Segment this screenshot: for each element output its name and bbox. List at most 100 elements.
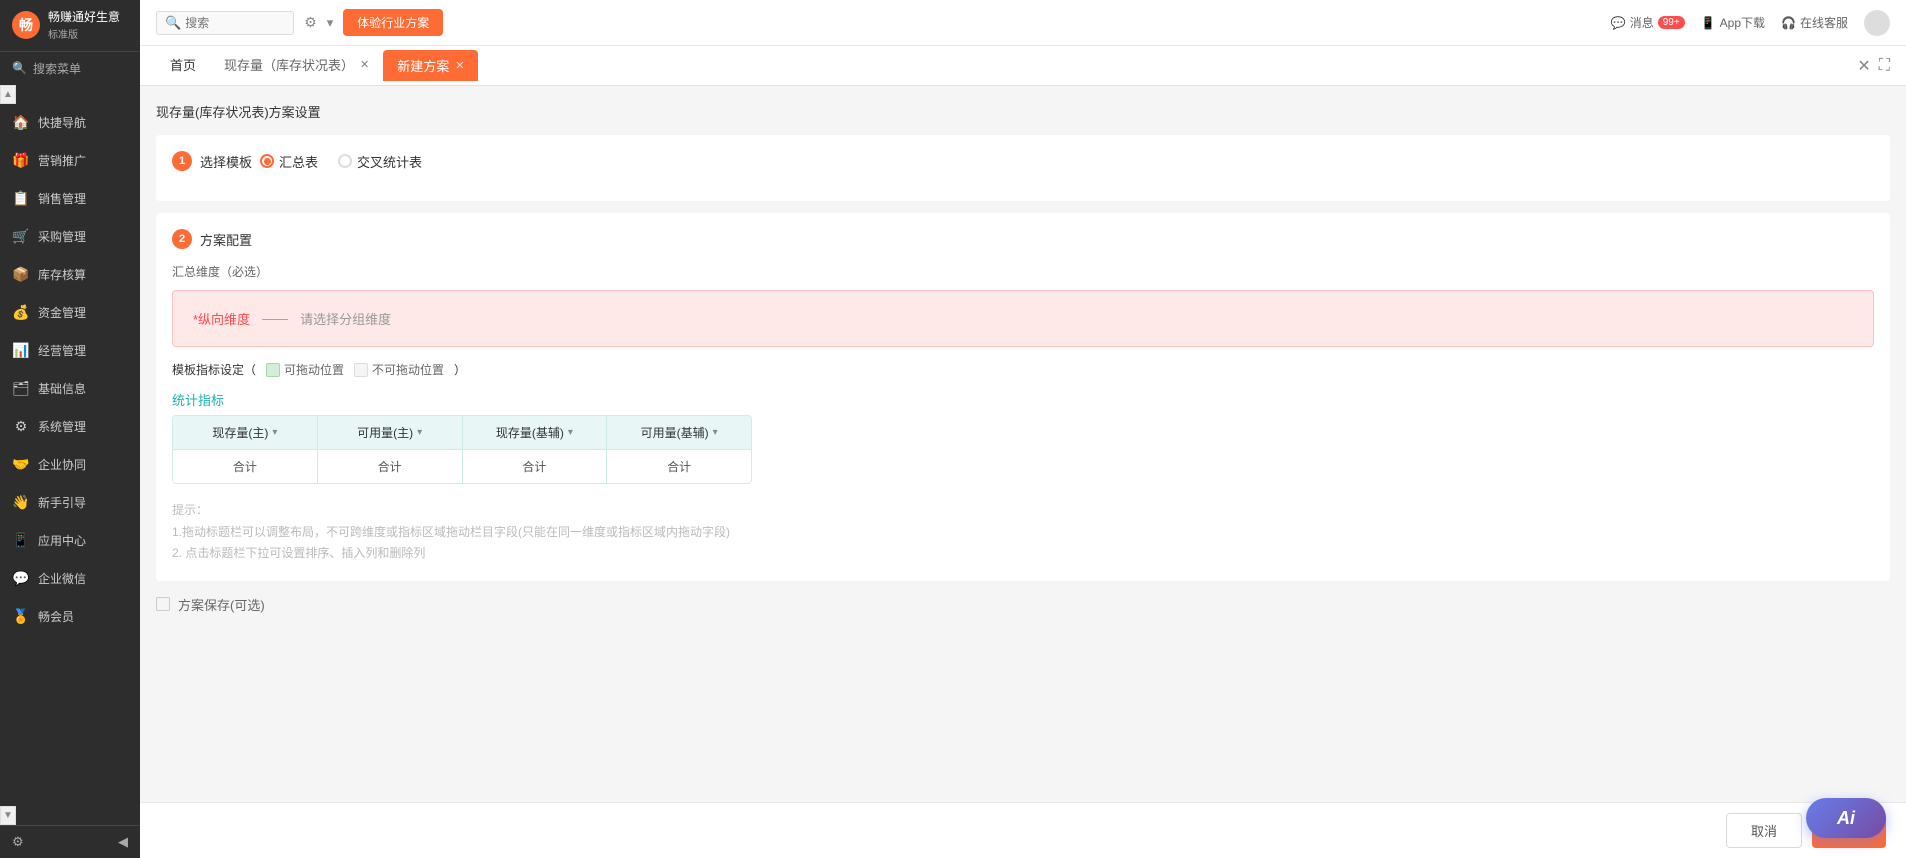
- scroll-up-arrow[interactable]: ▲: [0, 85, 16, 104]
- search-input[interactable]: [185, 16, 285, 30]
- dropdown-icon[interactable]: ▾: [327, 15, 334, 31]
- indicator-title-text: 模板指标设定（: [172, 361, 256, 378]
- sidebar-footer: ⚙ ◀: [0, 825, 140, 858]
- sidebar: 畅 畅赚通好生意 标准版 🔍 搜索菜单 ▲ 🏠 快捷导航 🎁 营销推广 📋 销售…: [0, 0, 140, 858]
- save-plan-checkbox[interactable]: [156, 597, 170, 611]
- message-item[interactable]: 💬 消息 99+: [1611, 14, 1685, 31]
- sidebar-item-label: 企业协同: [38, 456, 86, 473]
- sidebar-item-label: 营销推广: [38, 152, 86, 169]
- expand-icon[interactable]: ⛶: [1879, 57, 1890, 75]
- stats-col-0-chevron[interactable]: ▾: [272, 427, 277, 438]
- settings-icon[interactable]: ⚙: [304, 14, 317, 31]
- sidebar-item-basic-info[interactable]: 🗂 基础信息: [0, 370, 140, 408]
- stats-col-3[interactable]: 可用量(基辅) ▾: [607, 416, 751, 449]
- tab-new-plan-label: 新建方案: [397, 56, 449, 75]
- stats-col-0[interactable]: 现存量(主) ▾: [173, 416, 318, 449]
- sidebar-item-label: 库存核算: [38, 266, 86, 283]
- stats-cell-3: 合计: [607, 450, 751, 483]
- user-avatar[interactable]: [1864, 10, 1890, 36]
- radio-cross[interactable]: 交叉统计表: [338, 152, 422, 171]
- medal-icon: 🏅: [12, 608, 30, 626]
- tip-item-1: 1.拖动标题栏可以调整布局，不可跨维度或指标区域拖动栏目字段(只能在同一维度或指…: [172, 522, 1874, 544]
- stats-section: 统计指标 现存量(主) ▾ 可用量(主) ▾ 现存量(基辅): [172, 390, 1874, 484]
- settings-icon[interactable]: ⚙: [12, 834, 24, 850]
- template-radio-group: 汇总表 交叉统计表: [260, 152, 422, 171]
- step1-title: 选择模板: [200, 152, 252, 171]
- sidebar-item-purchase[interactable]: 🛒 采购管理: [0, 218, 140, 256]
- app-name: 畅赚通好生意: [48, 10, 120, 26]
- tips-title: 提示：: [172, 500, 1874, 522]
- stats-col-1[interactable]: 可用量(主) ▾: [318, 416, 463, 449]
- sidebar-item-inventory[interactable]: 📦 库存核算: [0, 256, 140, 294]
- sidebar-item-system[interactable]: ⚙ 系统管理: [0, 408, 140, 446]
- sidebar-item-finance[interactable]: 💰 资金管理: [0, 294, 140, 332]
- gear-icon: ⚙: [12, 418, 30, 436]
- tab-inventory-status[interactable]: 现存量（库存状况表） ✕: [210, 47, 383, 84]
- close-panel-icon[interactable]: ✕: [1857, 56, 1870, 76]
- stats-col-3-chevron[interactable]: ▾: [713, 427, 718, 438]
- topbar-left: 🔍 ⚙ ▾ 体验行业方案: [156, 9, 443, 36]
- sidebar-search-menu[interactable]: 🔍 搜索菜单: [0, 52, 140, 85]
- sidebar-item-operations[interactable]: 📊 经营管理: [0, 332, 140, 370]
- stats-col-1-label: 可用量(主): [357, 424, 413, 441]
- chat-icon: 💬: [12, 570, 30, 588]
- step2-number: 2: [172, 229, 192, 249]
- topbar: 🔍 ⚙ ▾ 体验行业方案 💬 消息 99+ 📱 App下载 🎧 在线客服: [140, 0, 1906, 46]
- stats-col-2-chevron[interactable]: ▾: [568, 427, 573, 438]
- stats-table: 现存量(主) ▾ 可用量(主) ▾ 现存量(基辅) ▾ 可用量(基辅): [172, 415, 752, 484]
- sidebar-item-label: 系统管理: [38, 418, 86, 435]
- dimension-area[interactable]: *纵向维度 —— 请选择分组维度: [172, 290, 1874, 347]
- ai-bubble[interactable]: Ai: [1806, 798, 1886, 838]
- tab-new-plan-close-icon[interactable]: ✕: [455, 59, 464, 72]
- topbar-search-box[interactable]: 🔍: [156, 11, 294, 35]
- sidebar-item-quick-nav[interactable]: 🏠 快捷导航: [0, 104, 140, 142]
- app-download-item[interactable]: 📱 App下载: [1701, 14, 1765, 31]
- logo-icon: 畅: [12, 11, 40, 39]
- indicator-title-suffix: ）: [454, 361, 466, 378]
- dimension-placeholder: 请选择分组维度: [300, 309, 391, 328]
- sidebar-item-new-guide[interactable]: 👋 新手引导: [0, 484, 140, 522]
- cart-icon: 🛒: [12, 228, 30, 246]
- sidebar-item-enterprise[interactable]: 🤝 企业协同: [0, 446, 140, 484]
- stats-col-2-label: 现存量(基辅): [496, 424, 564, 441]
- stats-col-2[interactable]: 现存量(基辅) ▾: [463, 416, 608, 449]
- tabs-controls: ✕ ⛶: [1857, 56, 1890, 76]
- content-area: 现存量(库存状况表)方案设置 1 选择模板 汇总表 交叉统计表: [140, 86, 1906, 802]
- headset-icon: 🎧: [1781, 16, 1796, 30]
- sidebar-item-enterprise-wechat[interactable]: 💬 企业微信: [0, 560, 140, 598]
- sidebar-item-sales[interactable]: 📋 销售管理: [0, 180, 140, 218]
- step1-number: 1: [172, 151, 192, 171]
- chart-icon: 📊: [12, 342, 30, 360]
- cancel-button[interactable]: 取消: [1726, 813, 1802, 848]
- stats-col-1-chevron[interactable]: ▾: [417, 427, 422, 438]
- tab-home[interactable]: 首页: [156, 47, 210, 84]
- sidebar-item-label: 新手引导: [38, 494, 86, 511]
- tab-inventory-label: 现存量（库存状况表）: [224, 55, 354, 74]
- handshake-icon: 🤝: [12, 456, 30, 474]
- industry-plan-button[interactable]: 体验行业方案: [343, 9, 443, 36]
- folder-icon: 🗂: [12, 380, 30, 398]
- dimension-separator: ——: [262, 311, 288, 326]
- tab-new-plan[interactable]: 新建方案 ✕: [383, 50, 478, 81]
- mobile-icon: 📱: [12, 532, 30, 550]
- sidebar-item-label: 采购管理: [38, 228, 86, 245]
- save-plan-row: 方案保存(可选): [156, 595, 1890, 614]
- radio-summary[interactable]: 汇总表: [260, 152, 318, 171]
- sidebar-item-label: 销售管理: [38, 190, 86, 207]
- legend-draggable-box: [266, 363, 280, 377]
- message-badge: 99+: [1658, 16, 1685, 29]
- stats-table-header: 现存量(主) ▾ 可用量(主) ▾ 现存量(基辅) ▾ 可用量(基辅): [173, 416, 751, 449]
- scroll-down-arrow[interactable]: ▼: [0, 806, 16, 825]
- sidebar-item-app-center[interactable]: 📱 应用中心: [0, 522, 140, 560]
- sidebar-item-marketing[interactable]: 🎁 营销推广: [0, 142, 140, 180]
- legend-draggable-item: 可拖动位置: [266, 361, 344, 378]
- main-area: 🔍 ⚙ ▾ 体验行业方案 💬 消息 99+ 📱 App下载 🎧 在线客服: [140, 0, 1906, 858]
- tab-inventory-close-icon[interactable]: ✕: [360, 58, 369, 71]
- sidebar-item-label: 经营管理: [38, 342, 86, 359]
- tips-label: 提示：: [172, 503, 208, 517]
- collapse-icon[interactable]: ◀: [118, 834, 128, 850]
- search-icon: 🔍: [12, 61, 27, 75]
- radio-cross-circle: [338, 154, 352, 168]
- sidebar-item-member[interactable]: 🏅 畅会员: [0, 598, 140, 636]
- online-service-item[interactable]: 🎧 在线客服: [1781, 14, 1848, 31]
